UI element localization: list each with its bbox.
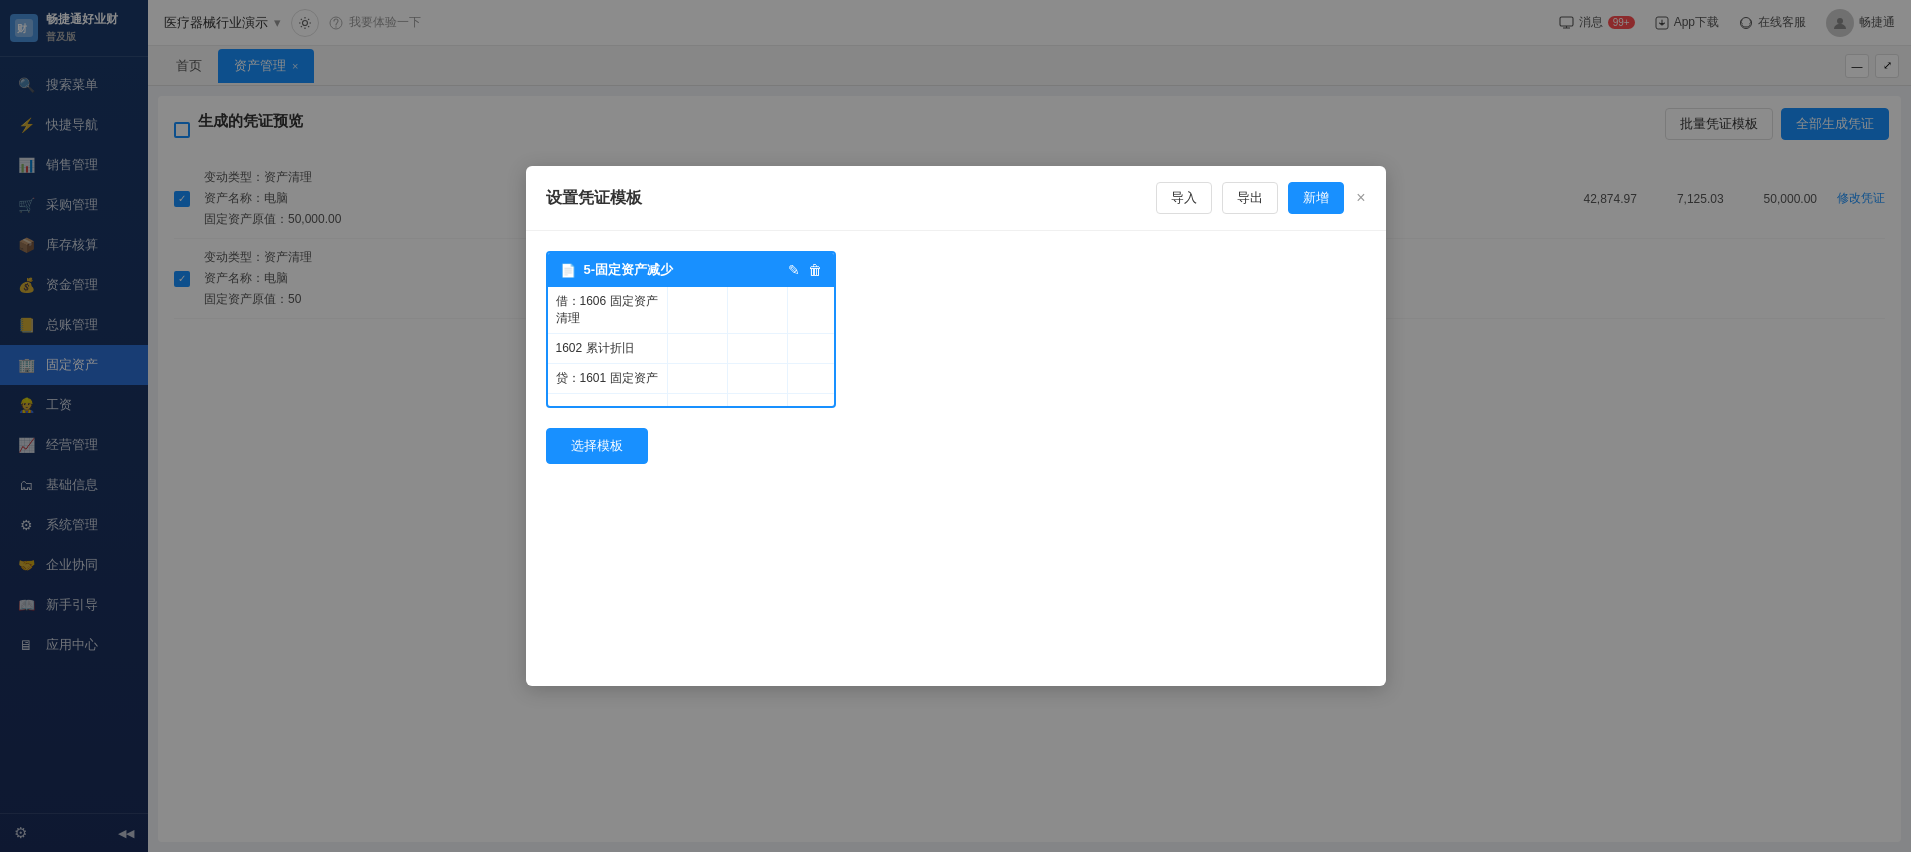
close-icon[interactable]: ×: [1356, 189, 1365, 207]
template-cell-2: [668, 364, 728, 393]
template-row: 借：1606 固定资产清理: [548, 287, 834, 334]
template-card-body: 借：1606 固定资产清理 1602 累计折旧 贷：1601 固定资产: [548, 287, 834, 406]
template-cell-3: [728, 364, 788, 393]
import-button[interactable]: 导入: [1156, 182, 1212, 214]
template-cell-3: [728, 334, 788, 363]
new-button[interactable]: 新增: [1288, 182, 1344, 214]
export-button[interactable]: 导出: [1222, 182, 1278, 214]
template-row: [548, 394, 834, 406]
template-header-actions: ✎ 🗑: [788, 262, 822, 278]
template-cell-2: [668, 334, 728, 363]
template-cell-label: 借：1606 固定资产清理: [548, 287, 668, 333]
template-cell-2: [668, 287, 728, 333]
modal-toolbar: 导入 导出 新增: [1156, 182, 1344, 214]
template-cell-4: [788, 287, 836, 333]
template-cell-4: [788, 394, 836, 406]
modal-body: 📄 5-固定资产减少 ✎ 🗑 借：1606 固定资产清理 1602 累计折旧: [526, 231, 1386, 686]
template-name: 5-固定资产减少: [584, 261, 674, 279]
template-cell-3: [728, 394, 788, 406]
template-row: 贷：1601 固定资产: [548, 364, 834, 394]
document-icon: 📄: [560, 263, 576, 278]
template-row: 1602 累计折旧: [548, 334, 834, 364]
template-card: 📄 5-固定资产减少 ✎ 🗑 借：1606 固定资产清理 1602 累计折旧: [546, 251, 836, 408]
template-cell-2: [668, 394, 728, 406]
template-cell-4: [788, 334, 836, 363]
modal-header: 设置凭证模板 导入 导出 新增 ×: [526, 166, 1386, 231]
select-template-button[interactable]: 选择模板: [546, 428, 648, 464]
delete-icon[interactable]: 🗑: [808, 262, 822, 278]
template-header-left: 📄 5-固定资产减少: [560, 261, 674, 279]
template-cell-label: [548, 394, 668, 406]
template-cell-4: [788, 364, 836, 393]
template-cell-3: [728, 287, 788, 333]
modal-title: 设置凭证模板: [546, 188, 642, 209]
template-card-header: 📄 5-固定资产减少 ✎ 🗑: [548, 253, 834, 287]
template-cell-label: 贷：1601 固定资产: [548, 364, 668, 393]
template-cell-label: 1602 累计折旧: [548, 334, 668, 363]
modal-dialog: 设置凭证模板 导入 导出 新增 × 📄 5-固定资产减少 ✎: [526, 166, 1386, 686]
edit-icon[interactable]: ✎: [788, 262, 800, 278]
